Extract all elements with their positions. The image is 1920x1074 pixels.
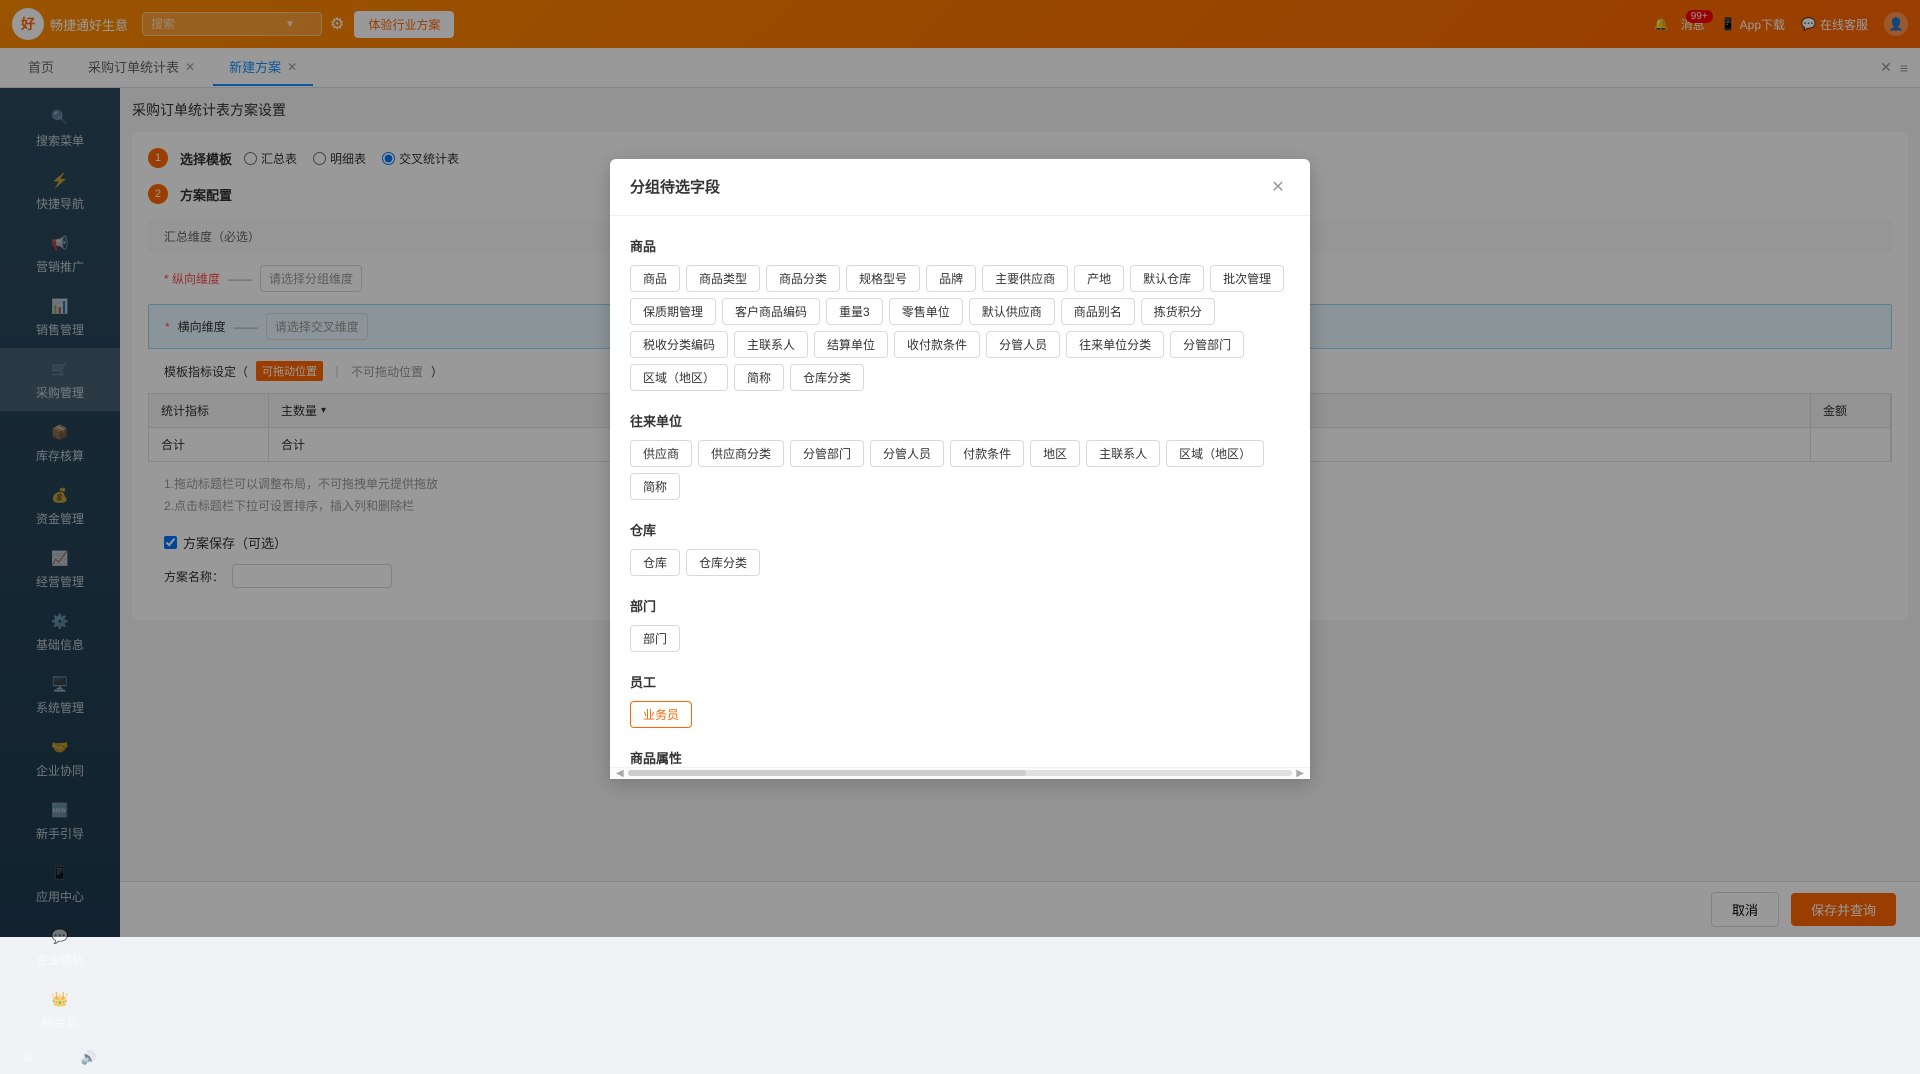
field-tag-customer-code[interactable]: 客户商品编码 xyxy=(722,298,820,325)
field-tag-region2[interactable]: 区域（地区） xyxy=(1166,440,1264,467)
field-tag-dept[interactable]: 分管部门 xyxy=(1170,331,1244,358)
field-tag-main-contact2[interactable]: 主联系人 xyxy=(1086,440,1160,467)
modal-hscroll: ◀ ▶ xyxy=(610,767,1310,779)
field-tag-partner-category[interactable]: 往来单位分类 xyxy=(1066,331,1164,358)
sidebar-wechat-label: 企业微信 xyxy=(36,951,84,968)
field-tag-product-type[interactable]: 商品类型 xyxy=(686,265,760,292)
field-tag-partner-dept[interactable]: 分管部门 xyxy=(790,440,864,467)
field-tag-retail-unit[interactable]: 零售单位 xyxy=(889,298,963,325)
modal-title: 分组待选字段 xyxy=(630,176,720,197)
field-group-partner: 往来单位 供应商 供应商分类 分管部门 分管人员 付款条件 地区 主联系人 区域… xyxy=(630,411,1290,500)
field-tag-settlement-unit[interactable]: 结算单位 xyxy=(814,331,888,358)
field-group-warehouse: 仓库 仓库 仓库分类 xyxy=(630,520,1290,576)
field-group-product: 商品 商品 商品类型 商品分类 规格型号 品牌 主要供应商 产地 默认仓库 批次… xyxy=(630,236,1290,391)
field-tag-supplier[interactable]: 供应商 xyxy=(630,440,692,467)
field-group-partner-title: 往来单位 xyxy=(630,411,1290,430)
field-tag-payment-terms[interactable]: 收付款条件 xyxy=(894,331,980,358)
field-tag-wh-cat[interactable]: 仓库分类 xyxy=(686,549,760,576)
field-tag-default-warehouse[interactable]: 默认仓库 xyxy=(1130,265,1204,292)
field-tag-batch-mgmt[interactable]: 批次管理 xyxy=(1210,265,1284,292)
field-group-employee-title: 员工 xyxy=(630,672,1290,691)
field-tag-department[interactable]: 部门 xyxy=(630,625,680,652)
field-tag-short-name2[interactable]: 简称 xyxy=(630,473,680,500)
field-tag-region[interactable]: 区域（地区） xyxy=(630,364,728,391)
sidebar-item-member[interactable]: 畅会员 xyxy=(0,978,120,1041)
modal-body[interactable]: 商品 商品 商品类型 商品分类 规格型号 品牌 主要供应商 产地 默认仓库 批次… xyxy=(610,216,1310,767)
sidebar-bottom-controls: ⚙ 🔊 xyxy=(0,1041,120,1074)
field-tag-supervisor[interactable]: 分管人员 xyxy=(986,331,1060,358)
field-selection-modal: 分组待选字段 ✕ 商品 商品 商品类型 商品分类 规格型号 品牌 主要供应商 产… xyxy=(610,159,1310,779)
partner-field-tags: 供应商 供应商分类 分管部门 分管人员 付款条件 地区 主联系人 区域（地区） … xyxy=(630,440,1290,500)
field-group-product-attr: 商品属性 属性 颜色 多规格 尺码 鞋码 1 xyxy=(630,748,1290,767)
field-tag-spec-model[interactable]: 规格型号 xyxy=(846,265,920,292)
field-group-product-attr-title: 商品属性 xyxy=(630,748,1290,767)
field-tag-wh-category[interactable]: 仓库分类 xyxy=(790,364,864,391)
modal-close-button[interactable]: ✕ xyxy=(1266,175,1290,199)
dept-field-tags: 部门 xyxy=(630,625,1290,652)
product-field-tags: 商品 商品类型 商品分类 规格型号 品牌 主要供应商 产地 默认仓库 批次管理 … xyxy=(630,265,1290,391)
sidebar-gear-icon[interactable]: ⚙ xyxy=(23,1050,35,1066)
modal-overlay: 分组待选字段 ✕ 商品 商品 商品类型 商品分类 规格型号 品牌 主要供应商 产… xyxy=(0,0,1920,937)
field-tag-pay-terms[interactable]: 付款条件 xyxy=(950,440,1024,467)
field-tag-product[interactable]: 商品 xyxy=(630,265,680,292)
field-tag-salesperson[interactable]: 业务员 xyxy=(630,701,692,728)
field-tag-weight3[interactable]: 重量3 xyxy=(826,298,883,325)
field-group-dept: 部门 部门 xyxy=(630,596,1290,652)
field-group-product-title: 商品 xyxy=(630,236,1290,255)
sidebar-member-icon xyxy=(49,988,71,1010)
hscroll-left-btn[interactable]: ◀ xyxy=(616,768,624,779)
warehouse-field-tags: 仓库 仓库分类 xyxy=(630,549,1290,576)
sidebar-volume-icon[interactable]: 🔊 xyxy=(81,1050,97,1066)
modal-header: 分组待选字段 ✕ xyxy=(610,159,1310,216)
field-tag-tax-code[interactable]: 税收分类编码 xyxy=(630,331,728,358)
sidebar-member-label: 畅会员 xyxy=(42,1014,78,1031)
employee-field-tags: 业务员 xyxy=(630,701,1290,728)
field-tag-warehouse[interactable]: 仓库 xyxy=(630,549,680,576)
field-tag-origin[interactable]: 产地 xyxy=(1074,265,1124,292)
field-group-employee: 员工 业务员 xyxy=(630,672,1290,728)
field-tag-product-alias[interactable]: 商品别名 xyxy=(1061,298,1135,325)
field-tag-partner-person[interactable]: 分管人员 xyxy=(870,440,944,467)
hscroll-right-btn[interactable]: ▶ xyxy=(1296,768,1304,779)
field-tag-main-contact[interactable]: 主联系人 xyxy=(734,331,808,358)
field-tag-short-name[interactable]: 简称 xyxy=(734,364,784,391)
field-tag-area[interactable]: 地区 xyxy=(1030,440,1080,467)
hscroll-thumb[interactable] xyxy=(628,770,1027,776)
field-group-warehouse-title: 仓库 xyxy=(630,520,1290,539)
field-tag-product-category[interactable]: 商品分类 xyxy=(766,265,840,292)
field-tag-brand[interactable]: 品牌 xyxy=(926,265,976,292)
field-tag-pick-points[interactable]: 拣货积分 xyxy=(1141,298,1215,325)
field-group-dept-title: 部门 xyxy=(630,596,1290,615)
field-tag-supplier-category[interactable]: 供应商分类 xyxy=(698,440,784,467)
field-tag-main-supplier[interactable]: 主要供应商 xyxy=(982,265,1068,292)
field-tag-default-supplier[interactable]: 默认供应商 xyxy=(969,298,1055,325)
hscroll-track xyxy=(628,770,1293,776)
field-tag-shelf-life[interactable]: 保质期管理 xyxy=(630,298,716,325)
